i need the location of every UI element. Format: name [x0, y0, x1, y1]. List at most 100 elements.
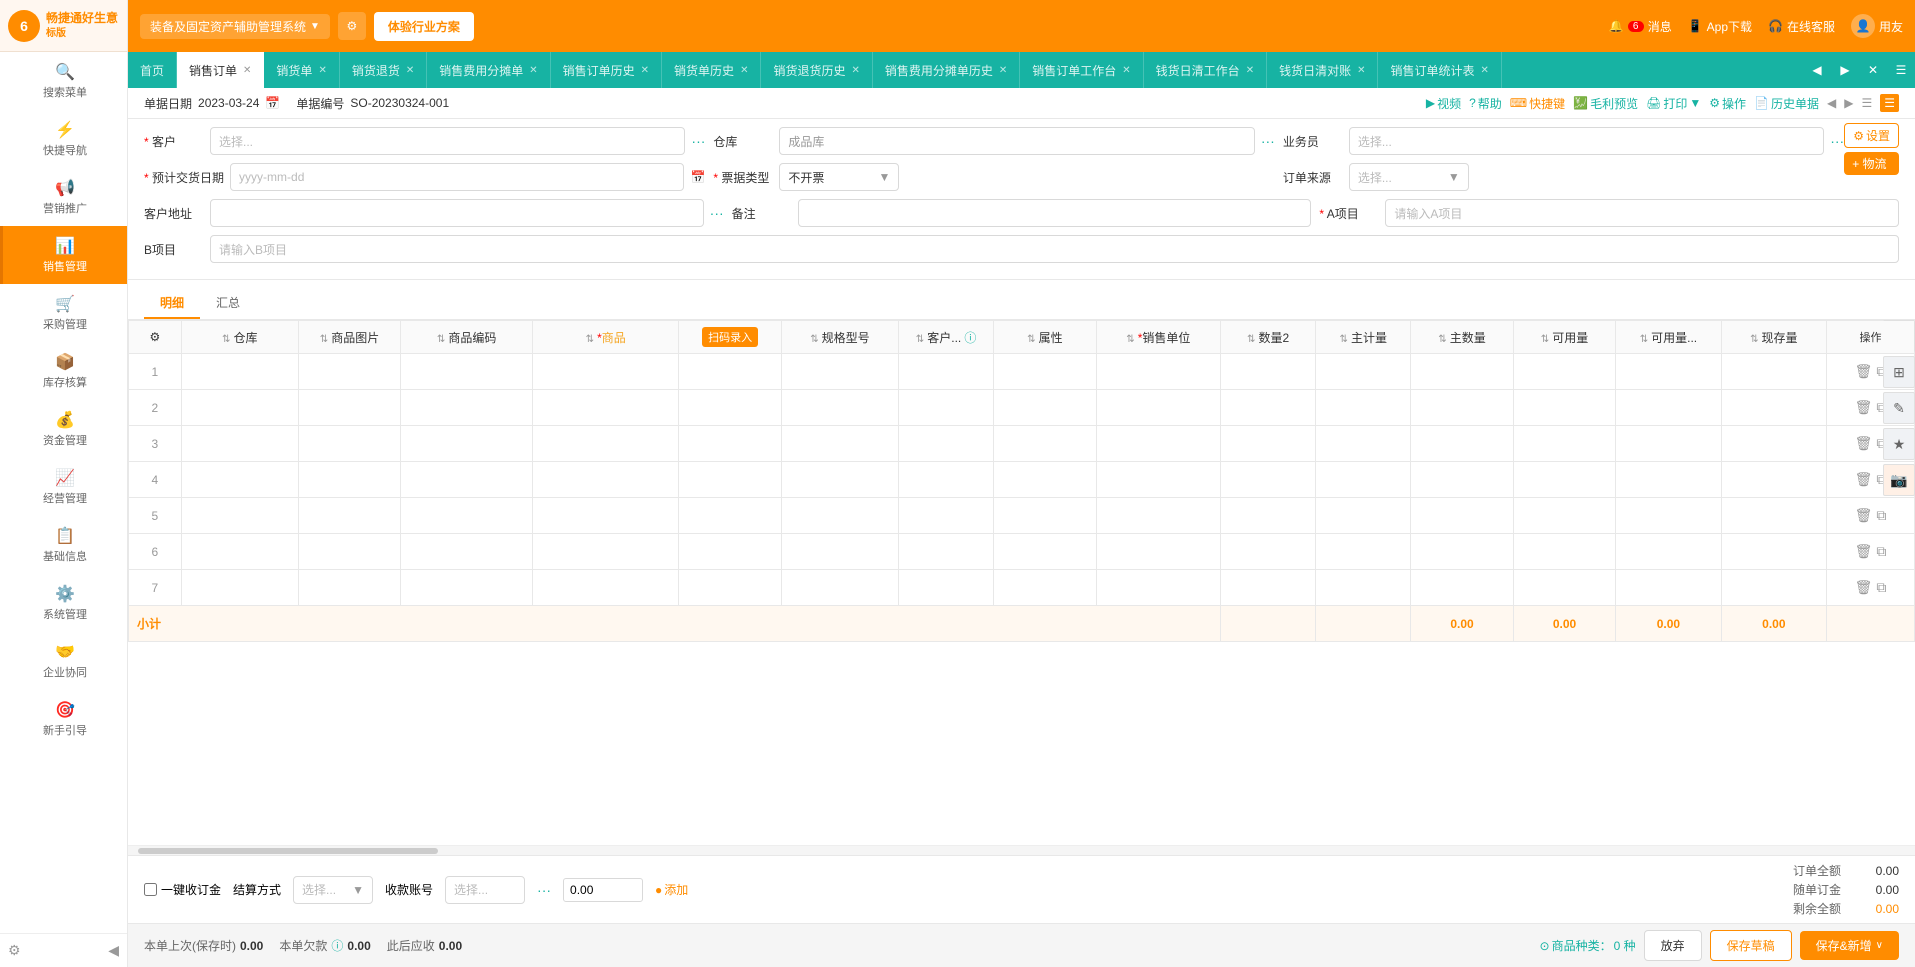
system-name[interactable]: 装备及固定资产辅助管理系统 ▼ [140, 14, 330, 39]
sidebar-item-search[interactable]: 🔍 搜索菜单 [0, 52, 127, 110]
tab-return-history[interactable]: 销货退货历史 ✕ [761, 52, 872, 88]
shortcut-link[interactable]: ⌨ 快捷键 [1510, 95, 1565, 112]
sort-icon[interactable]: ⇅ [1750, 334, 1758, 345]
tab-cash-reconcile[interactable]: 钱货日清对账 ✕ [1267, 52, 1378, 88]
sort-icon[interactable]: ⇅ [1126, 334, 1134, 345]
row-product[interactable] [533, 354, 679, 390]
operation-link[interactable]: ⚙ 操作 [1709, 95, 1746, 112]
tab-close-icon[interactable]: ✕ [406, 65, 414, 76]
tab-sales-stats[interactable]: 销售订单统计表 ✕ [1378, 52, 1501, 88]
delete-icon[interactable]: 🗑 [1855, 543, 1873, 560]
nav-prev-icon[interactable]: ◀ [1827, 96, 1836, 110]
one-click-label[interactable]: 一键收订金 [144, 881, 221, 898]
address-input[interactable] [210, 199, 704, 227]
tab-close-icon[interactable]: ✕ [1122, 65, 1130, 76]
row-spec[interactable] [781, 390, 898, 426]
row-main-qty[interactable] [1411, 390, 1513, 426]
tab-home[interactable]: 首页 [128, 52, 177, 88]
copy-icon[interactable]: ⧉ [1876, 579, 1886, 596]
account-select[interactable]: 选择... [445, 876, 525, 904]
sidebar-item-marketing[interactable]: 📢 营销推广 [0, 168, 127, 226]
row-customer-code[interactable] [898, 354, 993, 390]
sidebar-item-finance[interactable]: 💰 资金管理 [0, 400, 127, 458]
customer-input[interactable]: 选择... [210, 127, 685, 155]
delete-icon[interactable]: 🗑 [1855, 363, 1873, 380]
view-link[interactable]: ▶ 视频 [1426, 95, 1461, 112]
tab-detail[interactable]: 明细 [144, 288, 200, 319]
sort-icon[interactable]: ⇅ [437, 334, 445, 345]
delivery-calendar-icon[interactable]: 📅 [690, 170, 705, 184]
tab-order-workbench[interactable]: 销售订单工作台 ✕ [1020, 52, 1143, 88]
amount-input[interactable] [563, 878, 643, 902]
row-stock[interactable] [1721, 390, 1826, 426]
sort-icon[interactable]: ⇅ [320, 334, 328, 345]
row-warehouse[interactable] [181, 390, 298, 426]
warehouse-ellipsis-button[interactable]: ··· [1261, 133, 1275, 149]
row-qty2[interactable] [1221, 354, 1316, 390]
copy-icon[interactable]: ⧉ [1876, 543, 1886, 560]
float-icon-2[interactable]: ⊞ [1883, 356, 1915, 388]
app-download-item[interactable]: 📱 App下载 [1688, 18, 1752, 35]
b-project-input[interactable]: 请输入B项目 [210, 235, 1899, 263]
help-link[interactable]: ? 帮助 [1469, 95, 1502, 112]
row-spec[interactable] [781, 354, 898, 390]
row-warehouse[interactable] [181, 354, 298, 390]
warehouse-input[interactable]: 成品库 [779, 127, 1254, 155]
tab-close-icon[interactable]: ✕ [641, 65, 649, 76]
one-click-checkbox[interactable] [144, 883, 157, 896]
delete-icon[interactable]: 🗑 [1855, 471, 1873, 488]
tab-sales-bill-history[interactable]: 销货单历史 ✕ [662, 52, 761, 88]
row-image[interactable] [298, 390, 400, 426]
sidebar-item-system[interactable]: ⚙️ 系统管理 [0, 574, 127, 632]
sidebar-item-basicinfo[interactable]: 📋 基础信息 [0, 516, 127, 574]
customer-ellipsis-button[interactable]: ··· [691, 133, 705, 149]
tab-close-icon[interactable]: ✕ [318, 65, 326, 76]
salesperson-input[interactable]: 选择... [1349, 127, 1824, 155]
product-count-link[interactable]: ⊙ 商品种类： 0 种 [1540, 937, 1636, 954]
tab-close-icon[interactable]: ✕ [740, 65, 748, 76]
a-project-input[interactable]: 请输入A项目 [1385, 199, 1899, 227]
sort-icon[interactable]: ⇅ [1247, 334, 1255, 345]
nav-next-icon[interactable]: ▶ [1844, 96, 1853, 110]
sort-icon[interactable]: ⇅ [810, 334, 818, 345]
tab-summary[interactable]: 汇总 [200, 288, 256, 319]
row-unit[interactable] [1096, 354, 1220, 390]
history-link[interactable]: 📄 历史单据 [1754, 95, 1819, 112]
row-main-unit[interactable] [1316, 390, 1411, 426]
sort-icon[interactable]: ⇅ [916, 334, 924, 345]
sidebar-item-enterprise[interactable]: 🤝 企业协同 [0, 632, 127, 690]
tab-close-icon[interactable]: ✕ [529, 65, 537, 76]
tab-sales-order-history[interactable]: 销售订单历史 ✕ [551, 52, 662, 88]
row-property[interactable] [994, 390, 1096, 426]
scrollbar-thumb[interactable] [138, 848, 438, 854]
user-item[interactable]: 👤 用友 [1851, 14, 1903, 38]
address-ellipsis-button[interactable]: ··· [710, 205, 724, 221]
settings-button[interactable]: ⚙ 设置 [1844, 123, 1899, 148]
payment-method-select[interactable]: 选择... ▼ [293, 876, 373, 904]
float-icon-5[interactable]: 📷 [1883, 464, 1915, 496]
tab-close-icon[interactable]: ✕ [1357, 65, 1365, 76]
discard-button[interactable]: 放弃 [1644, 930, 1702, 961]
print-link[interactable]: 🖨 打印 ▼ [1646, 95, 1701, 112]
row-main-qty[interactable] [1411, 354, 1513, 390]
sort-icon[interactable]: ⇅ [586, 334, 594, 345]
tab-prev-button[interactable]: ◀ [1803, 52, 1831, 88]
copy-icon[interactable]: ⧉ [1876, 507, 1886, 524]
tab-expense-history[interactable]: 销售费用分摊单历史 ✕ [873, 52, 1020, 88]
solution-button[interactable]: 体验行业方案 [374, 12, 474, 41]
tab-sales-expense[interactable]: 销售费用分摊单 ✕ [427, 52, 550, 88]
row-image[interactable] [298, 354, 400, 390]
row-customer-code[interactable] [898, 390, 993, 426]
tab-close-icon[interactable]: ✕ [1246, 65, 1254, 76]
sidebar-item-quicknav[interactable]: ⚡ 快捷导航 [0, 110, 127, 168]
sort-icon[interactable]: ⇅ [1438, 334, 1446, 345]
row-qty2[interactable] [1221, 390, 1316, 426]
tab-sales-bill[interactable]: 销货单 ✕ [264, 52, 339, 88]
invoice-type-select[interactable]: 不开票 ▼ [779, 163, 899, 191]
account-ellipsis-button[interactable]: ··· [537, 882, 551, 898]
grid-view-icon[interactable]: ☰ [1861, 96, 1872, 110]
scan-button[interactable]: 扫码录入 [702, 327, 758, 347]
remarks-input[interactable] [798, 199, 1312, 227]
col-settings[interactable]: ⚙ [129, 321, 182, 354]
delete-icon[interactable]: 🗑 [1855, 399, 1873, 416]
